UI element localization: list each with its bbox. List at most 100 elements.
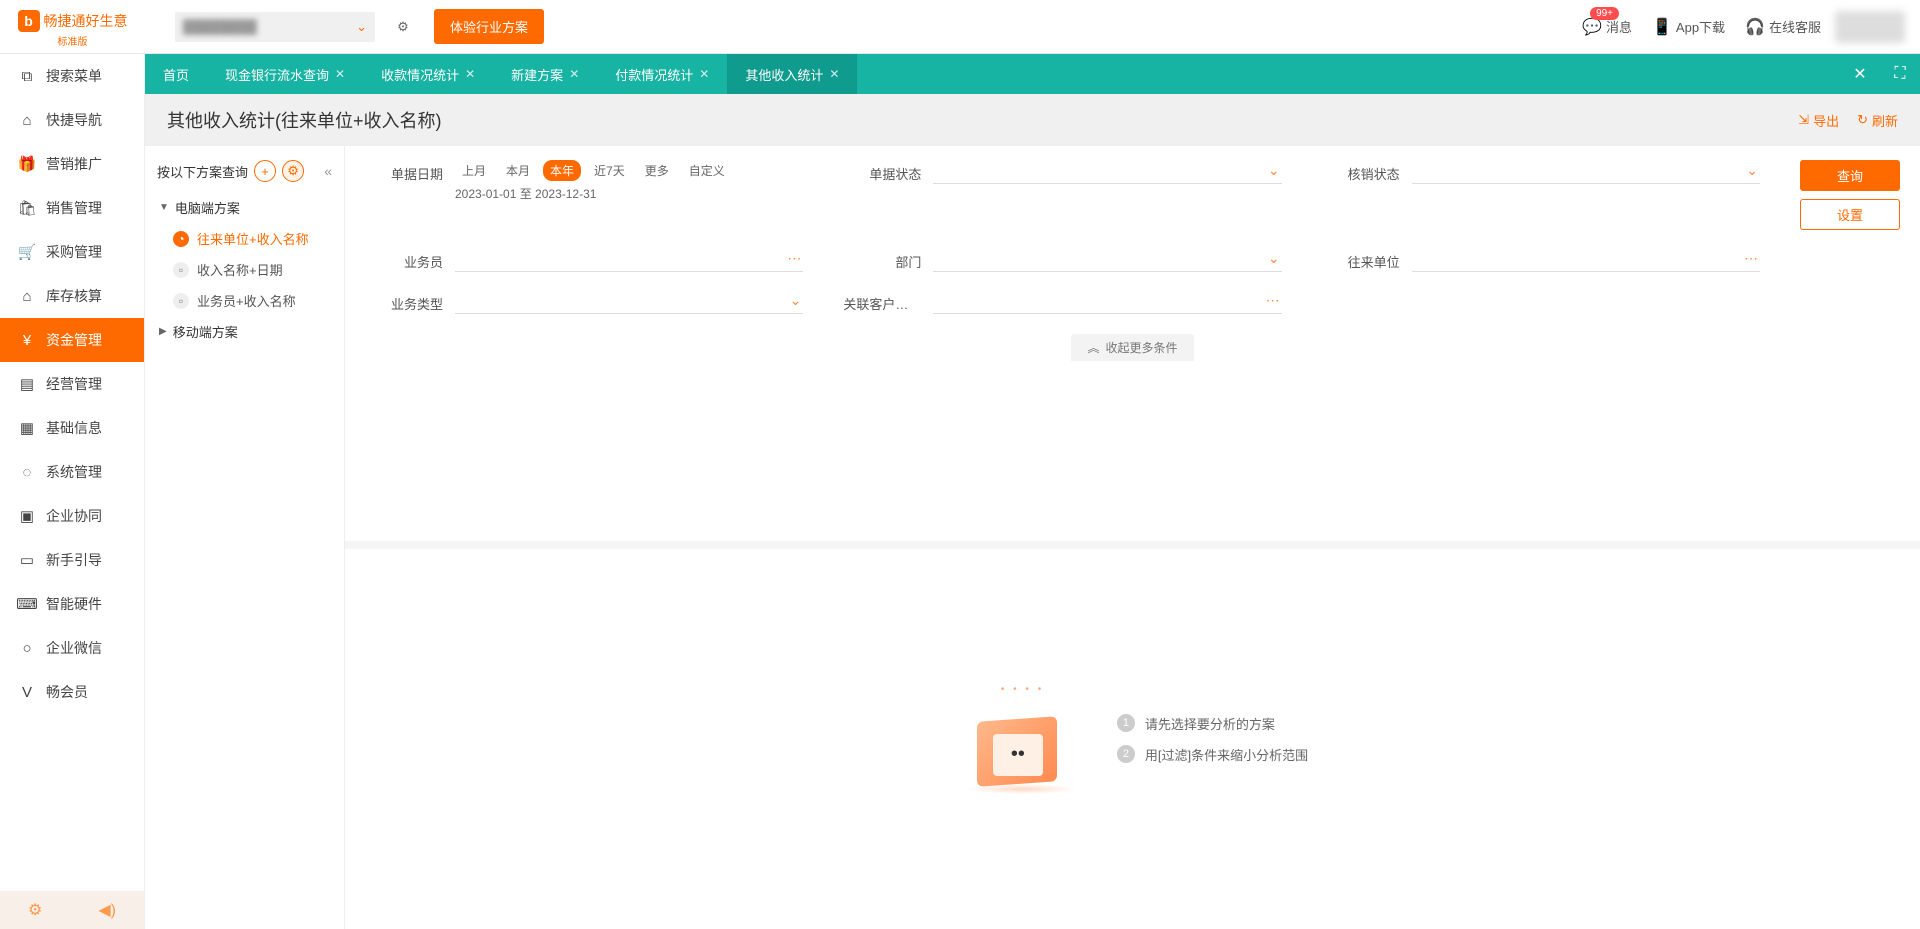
user-avatar[interactable] (1835, 11, 1905, 43)
nav-icon: ○ (18, 639, 36, 657)
chevron-down-icon[interactable]: ⌄ (1746, 162, 1758, 179)
sidebar-item-销售管理[interactable]: 🛍销售管理 (0, 186, 144, 230)
footer-settings-icon[interactable]: ⚙ (28, 900, 42, 920)
filter-business-type: 业务类型 ⌄ (365, 290, 803, 314)
scheme-item-label: 收入名称+日期 (197, 260, 283, 279)
sidebar-item-搜索菜单[interactable]: ⧉搜索菜单 (0, 54, 144, 98)
empty-step-2: 2 用[过滤]条件来缩小分析范围 (1117, 745, 1308, 764)
chevron-down-icon[interactable]: ⌄ (1268, 250, 1280, 267)
sidebar-item-经营管理[interactable]: ▤经营管理 (0, 362, 144, 406)
step-2-text: 用[过滤]条件来缩小分析范围 (1145, 745, 1308, 764)
close-icon[interactable]: ✕ (569, 67, 579, 81)
scheme-item-label: 往来单位+收入名称 (197, 229, 309, 248)
collapse-conditions-button[interactable]: ︽ 收起更多条件 (1071, 334, 1193, 361)
party-input[interactable] (1412, 248, 1760, 272)
scheme-group-电脑端方案[interactable]: ▼电脑端方案 (151, 192, 338, 223)
query-button[interactable]: 查询 (1800, 160, 1900, 191)
department-label: 部门 (843, 248, 921, 271)
filter-party: 往来单位 ⋯ (1322, 248, 1760, 272)
salesman-label: 业务员 (365, 248, 443, 271)
more-icon[interactable]: ⋯ (1266, 292, 1280, 309)
fullscreen-button[interactable]: ⛶ (1880, 65, 1920, 83)
date-pill-近7天[interactable]: 近7天 (587, 160, 632, 181)
tab-label: 付款情况统计 (615, 65, 693, 84)
verify-status-select[interactable] (1412, 160, 1760, 184)
scheme-item-收入名称+日期[interactable]: ▫ 收入名称+日期 (165, 254, 338, 285)
business-type-select[interactable] (455, 290, 803, 314)
tab-现金银行流水查询[interactable]: 现金银行流水查询✕ (207, 54, 363, 94)
sidebar-item-系统管理[interactable]: ◌系统管理 (0, 450, 144, 494)
export-button[interactable]: ⇲ 导出 (1798, 111, 1839, 130)
sidebar-item-基础信息[interactable]: ▦基础信息 (0, 406, 144, 450)
bill-status-select[interactable] (933, 160, 1281, 184)
sidebar-item-企业协同[interactable]: ▣企业协同 (0, 494, 144, 538)
tab-收款情况统计[interactable]: 收款情况统计✕ (363, 54, 493, 94)
scheme-item-业务员+收入名称[interactable]: ▫业务员+收入名称 (165, 285, 338, 316)
sidebar-item-企业微信[interactable]: ○企业微信 (0, 626, 144, 670)
party-label: 往来单位 (1322, 248, 1400, 271)
sidebar-item-采购管理[interactable]: 🛒采购管理 (0, 230, 144, 274)
app-download-button[interactable]: 📱 App下载 (1646, 13, 1731, 41)
sidebar-item-畅会员[interactable]: V畅会员 (0, 670, 144, 714)
scheme-collapse-button[interactable]: « (324, 163, 332, 179)
scheme-item-icon: ◔ (173, 231, 189, 247)
scheme-settings-button[interactable]: ⚙ (282, 160, 304, 182)
scheme-item-icon: ▫ (173, 262, 189, 278)
sidebar-item-快捷导航[interactable]: ⌂快捷导航 (0, 98, 144, 142)
online-service-button[interactable]: 🎧 在线客服 (1739, 13, 1827, 41)
nav-icon: ⌂ (18, 287, 36, 305)
settings-button[interactable]: 设置 (1800, 199, 1900, 230)
messages-badge: 99+ (1590, 7, 1619, 20)
more-icon[interactable]: ⋯ (787, 250, 801, 267)
filter-department: 部门 ⌄ (843, 248, 1281, 272)
sidebar-item-智能硬件[interactable]: ⌨智能硬件 (0, 582, 144, 626)
headset-icon: 🎧 (1745, 17, 1765, 37)
salesman-input[interactable] (455, 248, 803, 272)
sidebar-item-营销推广[interactable]: 🎁营销推广 (0, 142, 144, 186)
date-pill-上月[interactable]: 上月 (455, 160, 493, 181)
bill-status-label: 单据状态 (843, 160, 921, 183)
close-icon[interactable]: ✕ (335, 67, 345, 81)
nav-icon: 🛒 (18, 243, 36, 261)
add-scheme-button[interactable]: + (254, 160, 276, 182)
nav-label: 企业协同 (46, 506, 102, 526)
nav-label: 资金管理 (46, 330, 102, 350)
close-icon[interactable]: ✕ (465, 67, 475, 81)
tab-付款情况统计[interactable]: 付款情况统计 ✕ (597, 54, 727, 94)
related-customer-label: 关联客户（收... (843, 290, 921, 313)
date-pill-本年[interactable]: 本年 (543, 160, 581, 181)
nav-icon: V (18, 683, 36, 701)
chevron-down-icon[interactable]: ⌄ (1268, 162, 1280, 179)
logo-icon: b (18, 10, 40, 32)
tab-首页[interactable]: 首页 (145, 54, 207, 94)
header-settings-button[interactable]: ⚙ (387, 11, 419, 43)
refresh-button[interactable]: ↻ 刷新 (1857, 111, 1898, 130)
close-icon[interactable]: ✕ (829, 67, 839, 81)
tab-其他收入统计[interactable]: 其他收入统计✕ (727, 54, 857, 94)
nav-icon: 🛍 (18, 199, 36, 217)
date-pill-本月[interactable]: 本月 (499, 160, 537, 181)
related-customer-input[interactable] (933, 290, 1281, 314)
date-pill-更多[interactable]: 更多 (638, 160, 676, 181)
date-pill-自定义[interactable]: 自定义 (682, 160, 732, 181)
sidebar-item-资金管理[interactable]: ¥资金管理 (0, 318, 144, 362)
sidebar-item-新手引导[interactable]: ▭新手引导 (0, 538, 144, 582)
page-title-row: 其他收入统计(往来单位+收入名称) ⇲ 导出 ↻ 刷新 (145, 94, 1920, 146)
more-icon[interactable]: ⋯ (1744, 250, 1758, 267)
chevron-down-icon[interactable]: ⌄ (790, 292, 802, 309)
nav-icon: ▦ (18, 419, 36, 437)
scheme-group-移动端方案[interactable]: ▶移动端方案 (151, 316, 338, 347)
close-icon[interactable]: ✕ (699, 67, 709, 81)
company-dropdown[interactable]: ████████ ⌄ (175, 12, 375, 42)
sidebar-item-库存核算[interactable]: ⌂库存核算 (0, 274, 144, 318)
scheme-panel-title: 按以下方案查询 (157, 162, 248, 181)
tab-新建方案[interactable]: 新建方案✕ (493, 54, 597, 94)
scheme-item-往来单位+收入名称[interactable]: ◔ 往来单位+收入名称 (165, 223, 338, 254)
close-all-tabs-button[interactable]: ✕ (1840, 64, 1880, 84)
messages-button[interactable]: 💬 消息 99+ (1576, 13, 1638, 41)
footer-collapse-icon[interactable]: ◀) (98, 900, 116, 920)
left-sidebar: ⧉搜索菜单⌂快捷导航🎁营销推广🛍销售管理🛒采购管理⌂库存核算¥资金管理▤经营管理… (0, 54, 145, 929)
experience-button[interactable]: 体验行业方案 (434, 9, 544, 44)
department-select[interactable] (933, 248, 1281, 272)
expand-icon: ⛶ (1894, 65, 1905, 83)
